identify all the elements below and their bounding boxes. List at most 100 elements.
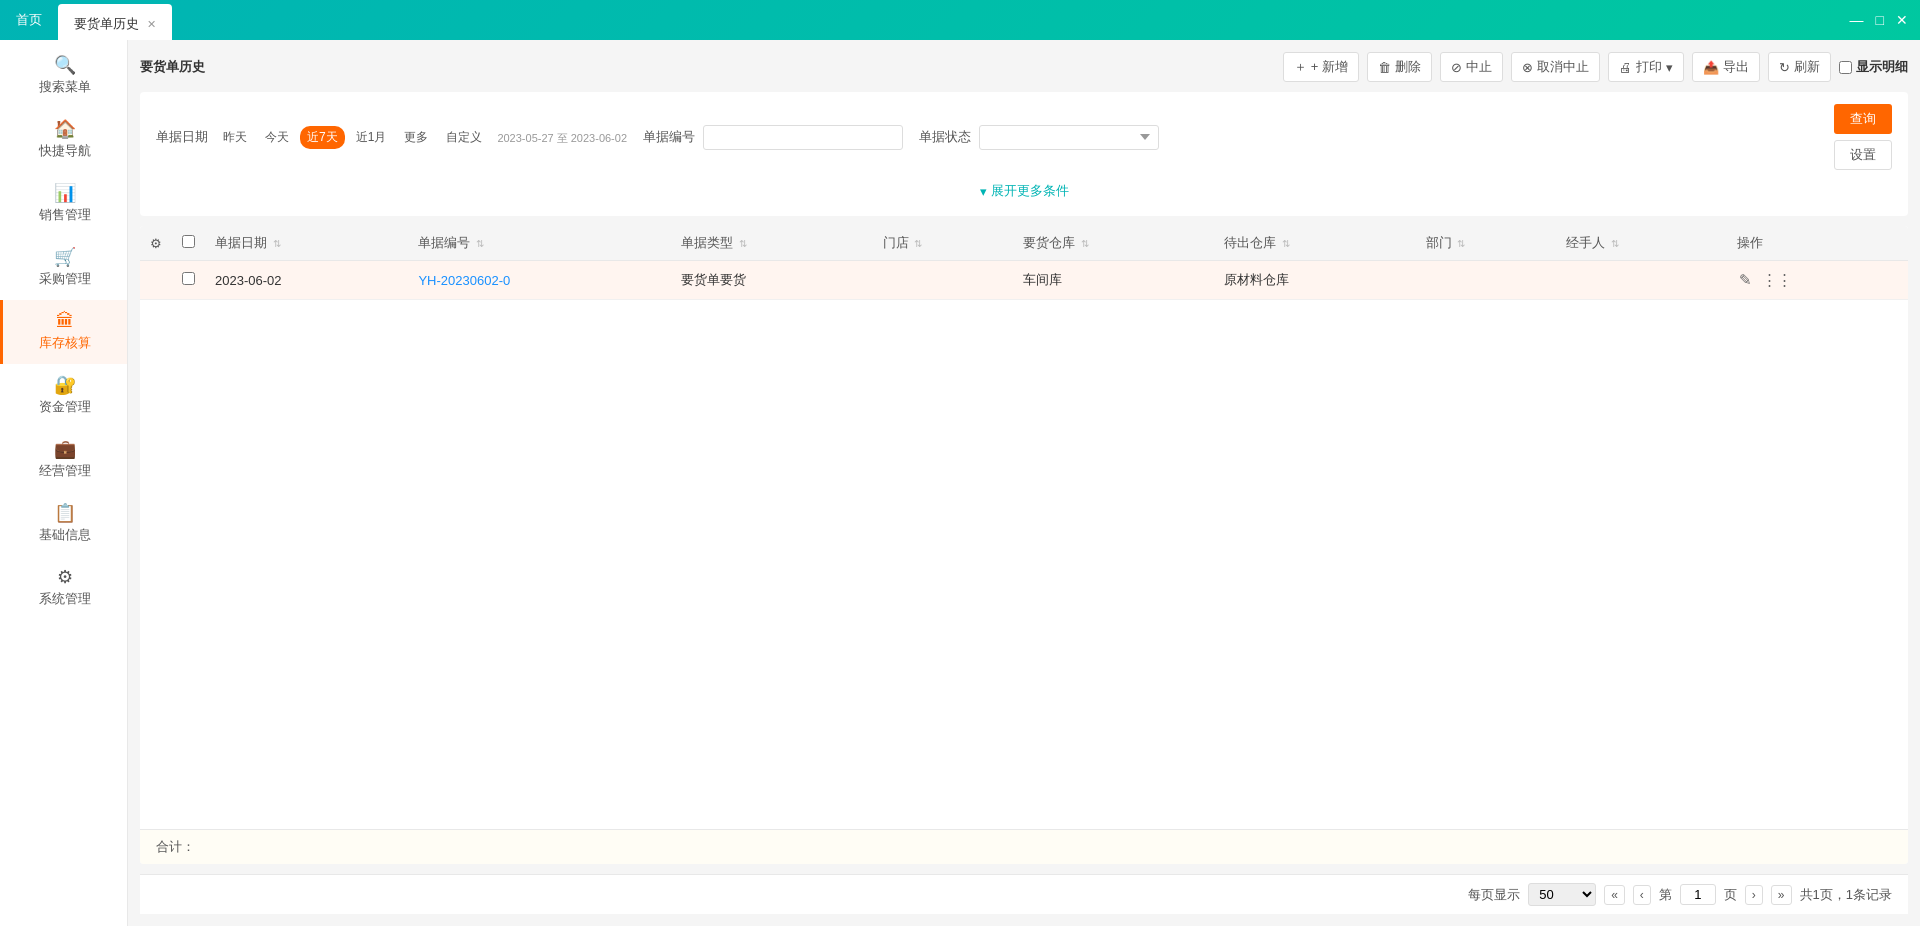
sort-pending-warehouse-icon: ⇅ xyxy=(1282,238,1290,249)
sort-doc-type-icon: ⇅ xyxy=(739,238,747,249)
th-doc-date[interactable]: 单据日期 ⇅ xyxy=(205,226,408,261)
sidebar-item-system-mgmt-label: 系统管理 xyxy=(39,590,91,608)
sidebar-item-sales-mgmt-label: 销售管理 xyxy=(39,206,91,224)
date-btn-7days[interactable]: 近7天 xyxy=(300,126,345,149)
expand-more[interactable]: ▾ 展开更多条件 xyxy=(156,178,1892,204)
sort-handler-icon: ⇅ xyxy=(1611,238,1619,249)
sidebar-item-basic-info[interactable]: 📋 基础信息 xyxy=(0,492,127,556)
sidebar-item-quick-nav[interactable]: 🏠 快捷导航 xyxy=(0,108,127,172)
sidebar: 🔍 搜索菜单 🏠 快捷导航 📊 销售管理 🛒 采购管理 🏛 库存核算 🔐 资金管… xyxy=(0,40,128,926)
th-store[interactable]: 门店 ⇅ xyxy=(873,226,1013,261)
print-dropdown-icon: ▾ xyxy=(1666,60,1673,75)
first-page-button[interactable]: « xyxy=(1604,885,1625,905)
sidebar-item-sales-mgmt[interactable]: 📊 销售管理 xyxy=(0,172,127,236)
window-close-icon[interactable]: ✕ xyxy=(1896,12,1908,28)
status-select[interactable]: 全部 待审核 已审核 已中止 xyxy=(979,125,1159,150)
purchase-mgmt-icon: 🛒 xyxy=(54,248,76,266)
th-operation-label: 操作 xyxy=(1737,235,1763,250)
sidebar-item-finance[interactable]: 🔐 资金管理 xyxy=(0,364,127,428)
sidebar-item-system-mgmt[interactable]: ⚙ 系统管理 xyxy=(0,556,127,620)
export-icon: 📤 xyxy=(1703,60,1719,75)
th-req-warehouse-label: 要货仓库 xyxy=(1023,235,1075,250)
sidebar-item-search-menu[interactable]: 🔍 搜索菜单 xyxy=(0,44,127,108)
row-doc-type: 要货单要货 xyxy=(671,261,872,300)
row-pending-warehouse: 原材料仓库 xyxy=(1214,261,1415,300)
data-table: ⚙ 单据日期 ⇅ 单据编号 ⇅ 单据类型 ⇅ xyxy=(140,226,1908,300)
th-checkbox[interactable] xyxy=(172,226,205,261)
settings-button[interactable]: 设置 xyxy=(1834,140,1892,170)
th-store-label: 门店 xyxy=(883,235,909,250)
row-store xyxy=(873,261,1013,300)
row-doc-date: 2023-06-02 xyxy=(205,261,408,300)
tab-bar: 首页 要货单历史 ✕ xyxy=(0,0,172,40)
th-doc-no[interactable]: 单据编号 ⇅ xyxy=(408,226,671,261)
th-req-warehouse[interactable]: 要货仓库 ⇅ xyxy=(1013,226,1214,261)
sidebar-item-inventory[interactable]: 🏛 库存核算 xyxy=(0,300,127,364)
next-page-button[interactable]: › xyxy=(1745,885,1763,905)
th-doc-no-label: 单据编号 xyxy=(418,235,470,250)
print-icon: 🖨 xyxy=(1619,60,1632,75)
export-label: 导出 xyxy=(1723,58,1749,76)
docno-input[interactable] xyxy=(703,125,903,150)
cancel-stop-label: 取消中止 xyxy=(1537,58,1589,76)
sidebar-item-operations[interactable]: 💼 经营管理 xyxy=(0,428,127,492)
date-filter-label: 单据日期 xyxy=(156,128,208,146)
query-btns: 查询 设置 xyxy=(1834,104,1892,170)
table-spacer xyxy=(140,300,1908,829)
tab-order-history-label: 要货单历史 xyxy=(74,15,139,33)
show-detail-checkbox[interactable] xyxy=(1839,61,1852,74)
row-checkbox[interactable] xyxy=(172,261,205,300)
filter-row-1: 单据日期 昨天 今天 近7天 近1月 更多 自定义 2023-05-27 至 2… xyxy=(156,104,1892,170)
date-btn-custom[interactable]: 自定义 xyxy=(439,126,489,149)
tab-order-history[interactable]: 要货单历史 ✕ xyxy=(58,4,172,44)
docno-filter-group: 单据编号 xyxy=(643,125,903,150)
doc-no-link[interactable]: YH-20230602-0 xyxy=(418,273,510,288)
refresh-button[interactable]: ↻ 刷新 xyxy=(1768,52,1831,82)
window-maximize-icon[interactable]: □ xyxy=(1876,12,1884,28)
print-label: 打印 xyxy=(1636,58,1662,76)
show-detail-container: 显示明细 xyxy=(1839,58,1908,76)
summary-label: 合计： xyxy=(156,838,195,856)
last-page-button[interactable]: » xyxy=(1771,885,1792,905)
date-btn-1month[interactable]: 近1月 xyxy=(349,126,394,149)
query-button[interactable]: 查询 xyxy=(1834,104,1892,134)
filter-panel: 单据日期 昨天 今天 近7天 近1月 更多 自定义 2023-05-27 至 2… xyxy=(140,92,1908,216)
date-btn-today[interactable]: 今天 xyxy=(258,126,296,149)
cancel-stop-button[interactable]: ⊗ 取消中止 xyxy=(1511,52,1600,82)
th-handler[interactable]: 经手人 ⇅ xyxy=(1556,226,1727,261)
cancel-stop-icon: ⊗ xyxy=(1522,60,1533,75)
th-settings[interactable]: ⚙ xyxy=(140,226,172,261)
sidebar-item-search-menu-label: 搜索菜单 xyxy=(39,78,91,96)
stop-icon: ⊘ xyxy=(1451,60,1462,75)
page-label-pre: 第 xyxy=(1659,886,1672,904)
window-minimize-icon[interactable]: — xyxy=(1850,12,1864,28)
th-doc-type[interactable]: 单据类型 ⇅ xyxy=(671,226,872,261)
per-page-select[interactable]: 10 20 50 100 xyxy=(1528,883,1596,906)
sidebar-item-purchase-mgmt[interactable]: 🛒 采购管理 xyxy=(0,236,127,300)
th-doc-type-label: 单据类型 xyxy=(681,235,733,250)
page-number-input[interactable] xyxy=(1680,884,1716,905)
sort-department-icon: ⇅ xyxy=(1457,238,1465,249)
tab-close-icon[interactable]: ✕ xyxy=(147,18,156,31)
edit-icon[interactable]: ✎ xyxy=(1737,269,1754,291)
date-btn-yesterday[interactable]: 昨天 xyxy=(216,126,254,149)
new-button[interactable]: ＋ + 新增 xyxy=(1283,52,1359,82)
stop-label: 中止 xyxy=(1466,58,1492,76)
sidebar-item-finance-label: 资金管理 xyxy=(39,398,91,416)
system-mgmt-icon: ⚙ xyxy=(57,568,73,586)
row-doc-no[interactable]: YH-20230602-0 xyxy=(408,261,671,300)
tab-home[interactable]: 首页 xyxy=(0,0,58,40)
status-filter-group: 单据状态 全部 待审核 已审核 已中止 xyxy=(919,125,1159,150)
th-pending-warehouse[interactable]: 待出仓库 ⇅ xyxy=(1214,226,1415,261)
date-btn-more[interactable]: 更多 xyxy=(397,126,435,149)
select-all-checkbox[interactable] xyxy=(182,235,195,248)
docno-filter-label: 单据编号 xyxy=(643,128,695,146)
export-button[interactable]: 📤 导出 xyxy=(1692,52,1760,82)
stop-button[interactable]: ⊘ 中止 xyxy=(1440,52,1503,82)
print-button[interactable]: 🖨 打印 ▾ xyxy=(1608,52,1684,82)
prev-page-button[interactable]: ‹ xyxy=(1633,885,1651,905)
total-info: 共1页，1条记录 xyxy=(1800,886,1892,904)
more-icon[interactable]: ⋮⋮ xyxy=(1760,269,1794,291)
delete-button[interactable]: 🗑 删除 xyxy=(1367,52,1432,82)
th-department[interactable]: 部门 ⇅ xyxy=(1416,226,1556,261)
